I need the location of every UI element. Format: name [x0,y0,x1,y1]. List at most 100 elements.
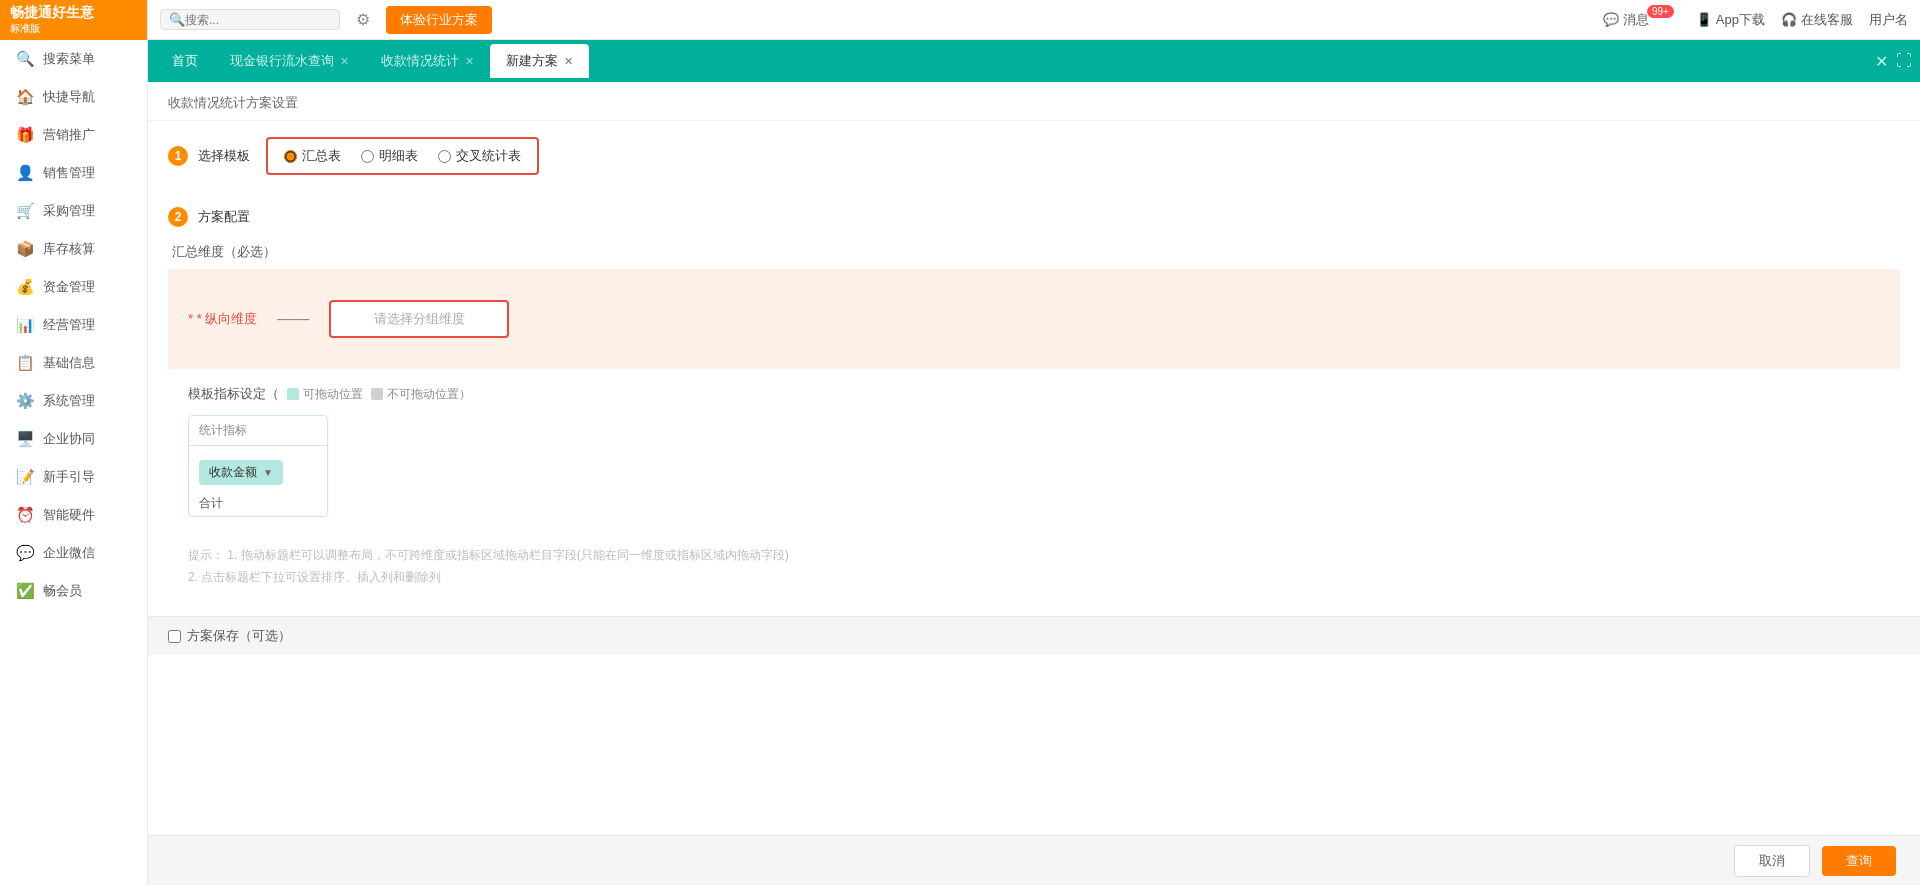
sidebar-item-marketing[interactable]: 🎁 营销推广 [0,116,147,154]
tab-bank-flow[interactable]: 现金银行流水查询 ✕ [214,44,365,78]
app-download-item[interactable]: 📱 App下载 [1696,11,1765,29]
sidebar-item-member[interactable]: ✅ 畅会员 [0,572,147,610]
main-area: 🔍 ⚙ 体验行业方案 💬 消息 99+ 📱 App下载 🎧 在线客服 用户名 首… [148,0,1920,885]
desktop-icon: 🖥️ [16,430,35,448]
sidebar-item-enterprise[interactable]: 🖥️ 企业协同 [0,420,147,458]
metric-tag-amount[interactable]: 收款金额 ▼ [199,460,283,485]
close-icon[interactable]: ✕ [564,55,573,68]
user-info[interactable]: 用户名 [1869,11,1908,29]
query-button[interactable]: 查询 [1822,846,1896,876]
sidebar-item-hardware[interactable]: ⏰ 智能硬件 [0,496,147,534]
sidebar: 畅捷通好生意 标准版 🔍 搜索菜单 🏠 快捷导航 🎁 营销推广 👤 销售管理 🛒… [0,0,148,885]
legend-non-draggable-label: 不可拖动位置） [387,386,471,403]
breadcrumb: 收款情况统计方案设置 [148,82,1920,121]
metrics-header: 模板指标设定（ 可拖动位置 不可拖动位置） [188,385,1880,403]
doc-icon: 📝 [16,468,35,486]
user-icon: 👤 [16,164,35,182]
template-radio-group: 汇总表 明细表 交叉统计表 [266,137,539,175]
page-content: 收款情况统计方案设置 1 选择模板 汇总表 [148,82,1920,835]
dim-arrow: —— [277,310,309,328]
metric-tag-label: 收款金额 [209,464,257,481]
save-checkbox[interactable] [168,630,181,643]
radio-cross-input[interactable] [438,150,451,163]
draggable-dot [287,388,299,400]
step1-number: 1 [168,146,188,166]
settings-icon: ⚙️ [16,392,35,410]
clipboard-icon: 📋 [16,354,35,372]
save-checkbox-label[interactable]: 方案保存（可选） [168,627,291,645]
close-icon[interactable]: ✕ [465,55,474,68]
sidebar-item-sales[interactable]: 👤 销售管理 [0,154,147,192]
sidebar-item-quicknav[interactable]: 🏠 快捷导航 [0,78,147,116]
sidebar-item-operations[interactable]: 📊 经营管理 [0,306,147,344]
search-box[interactable]: 🔍 [160,9,340,30]
logo-text: 畅捷通好生意 [10,4,94,22]
sidebar-item-basic-info[interactable]: 📋 基础信息 [0,344,147,382]
sidebar-item-label: 经营管理 [43,316,95,334]
vertical-dim-label: * * 纵向维度 [188,310,257,328]
sidebar-item-label: 系统管理 [43,392,95,410]
group-dimension-select[interactable]: 请选择分组维度 [329,300,509,338]
sidebar-item-label: 企业微信 [43,544,95,562]
sidebar-item-purchase[interactable]: 🛒 采购管理 [0,192,147,230]
sidebar-item-label: 营销推广 [43,126,95,144]
tab-receipt-stats[interactable]: 收款情况统计 ✕ [365,44,490,78]
messages-item[interactable]: 💬 消息 99+ [1603,11,1680,29]
radio-detail[interactable]: 明细表 [361,147,418,165]
fullscreen-icon[interactable]: ⛶ [1896,52,1912,70]
topbar: 🔍 ⚙ 体验行业方案 💬 消息 99+ 📱 App下载 🎧 在线客服 用户名 [148,0,1920,40]
legend-draggable-label: 可拖动位置 [303,386,363,403]
radio-cross[interactable]: 交叉统计表 [438,147,521,165]
sidebar-item-label: 基础信息 [43,354,95,372]
step1-label: 1 选择模板 汇总表 明细表 [168,137,1900,175]
step2-title: 方案配置 [198,208,250,226]
stats-label: 统计指标 [189,416,327,446]
tab-receipt-stats-label: 收款情况统计 [381,52,459,70]
service-icon: 🎧 [1781,12,1797,27]
tab-home[interactable]: 首页 [156,44,214,78]
close-icon[interactable]: ✕ [340,55,349,68]
sidebar-item-wechat[interactable]: 💬 企业微信 [0,534,147,572]
trial-button[interactable]: 体验行业方案 [386,6,492,34]
footer-save-section: 方案保存（可选） [148,616,1920,655]
gift-icon: 🎁 [16,126,35,144]
dimension-area: * * 纵向维度 —— 请选择分组维度 [168,269,1900,369]
download-icon: 📱 [1696,12,1712,27]
cancel-button[interactable]: 取消 [1734,845,1810,877]
step1-content: 选择模板 汇总表 明细表 [198,137,539,175]
tab-bank-flow-label: 现金银行流水查询 [230,52,334,70]
logo-sub: 标准版 [10,22,94,36]
sidebar-item-label: 销售管理 [43,164,95,182]
sidebar-item-label: 企业协同 [43,430,95,448]
save-label-text: 方案保存（可选） [187,627,291,645]
radio-summary-input[interactable] [284,150,297,163]
metrics-title-text: 模板指标设定（ [188,385,279,403]
online-service-item[interactable]: 🎧 在线客服 [1781,11,1853,29]
legend-draggable: 可拖动位置 [287,386,363,403]
sidebar-item-search[interactable]: 🔍 搜索菜单 [0,40,147,78]
nav-tabs: 首页 现金银行流水查询 ✕ 收款情况统计 ✕ 新建方案 ✕ ✕ ⛶ [148,40,1920,82]
sidebar-item-system[interactable]: ⚙️ 系统管理 [0,382,147,420]
legend-non-draggable: 不可拖动位置） [371,386,471,403]
chevron-down-icon: ▼ [263,467,273,478]
sidebar-item-label: 采购管理 [43,202,95,220]
sidebar-item-label: 库存核算 [43,240,95,258]
breadcrumb-text: 收款情况统计方案设置 [168,95,298,110]
sidebar-item-label: 智能硬件 [43,506,95,524]
tip-1: 提示： 1. 拖动标题栏可以调整布局，不可跨维度或指标区域拖动栏目字段(只能在同… [188,545,1880,567]
tab-new-plan[interactable]: 新建方案 ✕ [490,44,589,78]
radio-summary[interactable]: 汇总表 [284,147,341,165]
close-window-icon[interactable]: ✕ [1875,52,1888,71]
gear-icon[interactable]: ⚙ [356,10,370,29]
bottom-bar: 取消 查询 [148,835,1920,885]
tab-home-label: 首页 [172,52,198,70]
sidebar-item-label: 搜索菜单 [43,50,95,68]
sidebar-item-finance[interactable]: 💰 资金管理 [0,268,147,306]
sidebar-item-guide[interactable]: 📝 新手引导 [0,458,147,496]
metric-tag-row: 收款金额 ▼ [189,454,327,491]
radio-detail-input[interactable] [361,150,374,163]
search-input[interactable] [185,13,325,27]
money-icon: 💰 [16,278,35,296]
radio-detail-label: 明细表 [379,147,418,165]
sidebar-item-inventory[interactable]: 📦 库存核算 [0,230,147,268]
